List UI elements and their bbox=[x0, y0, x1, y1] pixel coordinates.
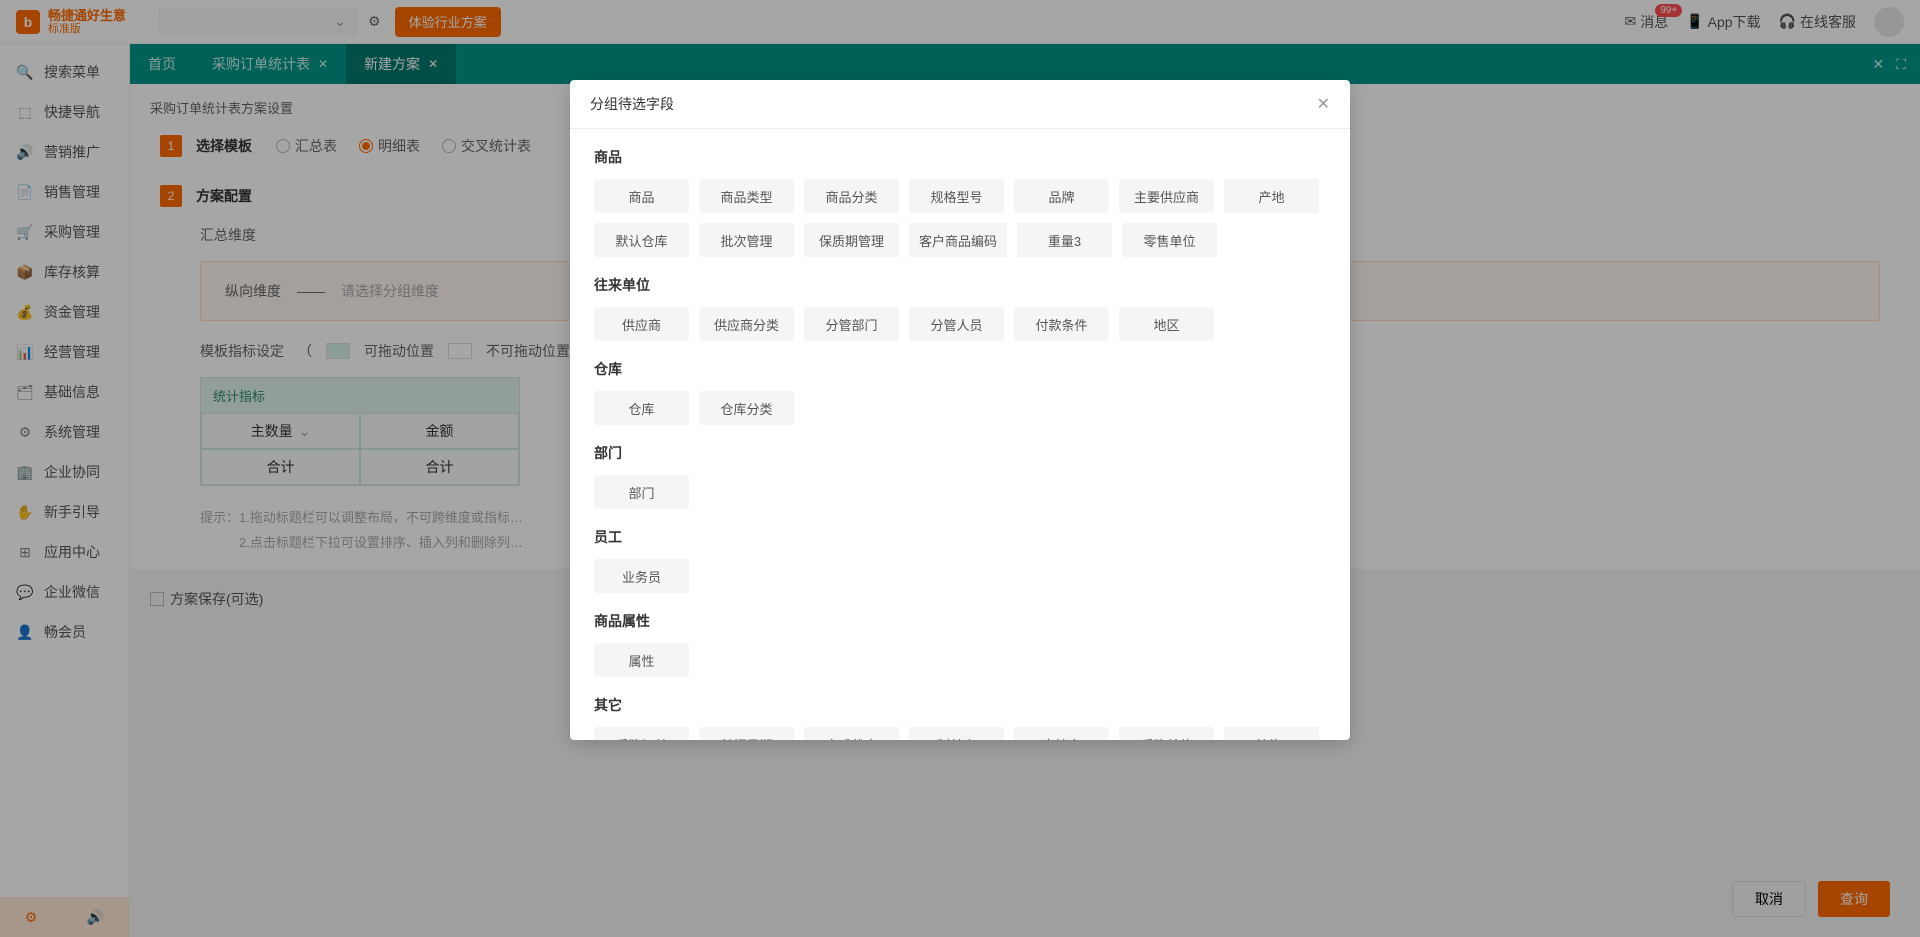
group-title: 仓库 bbox=[594, 359, 1326, 379]
field-button[interactable]: 批次管理 bbox=[699, 223, 794, 257]
group-title: 员工 bbox=[594, 527, 1326, 547]
field-button[interactable]: 付款条件 bbox=[1014, 307, 1109, 341]
modal-title: 分组待选字段 bbox=[590, 94, 674, 114]
field-button[interactable]: 品牌 bbox=[1014, 179, 1109, 213]
field-button[interactable]: 零售单位 bbox=[1122, 223, 1217, 257]
field-button[interactable]: 采购单位 bbox=[1119, 727, 1214, 740]
field-button[interactable]: 单位2 bbox=[1224, 727, 1319, 740]
field-button[interactable]: 产地 bbox=[1224, 179, 1319, 213]
field-group-3: 部门部门 bbox=[594, 443, 1326, 509]
field-button[interactable]: 分管人员 bbox=[909, 307, 1004, 341]
field-button[interactable]: 部门 bbox=[594, 475, 689, 509]
field-button[interactable]: 商品分类 bbox=[804, 179, 899, 213]
field-group-5: 商品属性属性 bbox=[594, 611, 1326, 677]
field-button[interactable]: 商品 bbox=[594, 179, 689, 213]
field-button[interactable]: 分管部门 bbox=[804, 307, 899, 341]
close-icon[interactable]: ✕ bbox=[1317, 94, 1330, 114]
group-title: 其它 bbox=[594, 695, 1326, 715]
modal-overlay: 分组待选字段 ✕ 商品商品商品类型商品分类规格型号品牌主要供应商产地默认仓库批次… bbox=[0, 0, 1920, 937]
group-title: 往来单位 bbox=[594, 275, 1326, 295]
field-button[interactable]: 完成状态 bbox=[804, 727, 899, 740]
field-button[interactable]: 制单人 bbox=[909, 727, 1004, 740]
field-button[interactable]: 供应商分类 bbox=[699, 307, 794, 341]
field-button[interactable]: 仓库分类 bbox=[699, 391, 794, 425]
field-group-6: 其它采购订单单据日期完成状态制单人审核人采购单位单位2主计量批号价格类型预计到货… bbox=[594, 695, 1326, 740]
field-button[interactable]: 地区 bbox=[1119, 307, 1214, 341]
field-group-4: 员工业务员 bbox=[594, 527, 1326, 593]
field-group-2: 仓库仓库仓库分类 bbox=[594, 359, 1326, 425]
field-button[interactable]: 默认仓库 bbox=[594, 223, 689, 257]
field-button[interactable]: 供应商 bbox=[594, 307, 689, 341]
field-button[interactable]: 主要供应商 bbox=[1119, 179, 1214, 213]
field-group-1: 往来单位供应商供应商分类分管部门分管人员付款条件地区 bbox=[594, 275, 1326, 341]
field-button[interactable]: 客户商品编码 bbox=[909, 223, 1007, 257]
field-button[interactable]: 仓库 bbox=[594, 391, 689, 425]
field-group-0: 商品商品商品类型商品分类规格型号品牌主要供应商产地默认仓库批次管理保质期管理客户… bbox=[594, 147, 1326, 257]
field-button[interactable]: 属性 bbox=[594, 643, 689, 677]
field-button[interactable]: 业务员 bbox=[594, 559, 689, 593]
field-select-modal: 分组待选字段 ✕ 商品商品商品类型商品分类规格型号品牌主要供应商产地默认仓库批次… bbox=[570, 80, 1350, 740]
field-button[interactable]: 采购订单 bbox=[594, 727, 689, 740]
field-button[interactable]: 审核人 bbox=[1014, 727, 1109, 740]
field-button[interactable]: 单据日期 bbox=[699, 727, 794, 740]
field-button[interactable]: 重量3 bbox=[1017, 223, 1112, 257]
field-button[interactable]: 规格型号 bbox=[909, 179, 1004, 213]
group-title: 商品 bbox=[594, 147, 1326, 167]
group-title: 部门 bbox=[594, 443, 1326, 463]
group-title: 商品属性 bbox=[594, 611, 1326, 631]
field-button[interactable]: 商品类型 bbox=[699, 179, 794, 213]
field-button[interactable]: 保质期管理 bbox=[804, 223, 899, 257]
